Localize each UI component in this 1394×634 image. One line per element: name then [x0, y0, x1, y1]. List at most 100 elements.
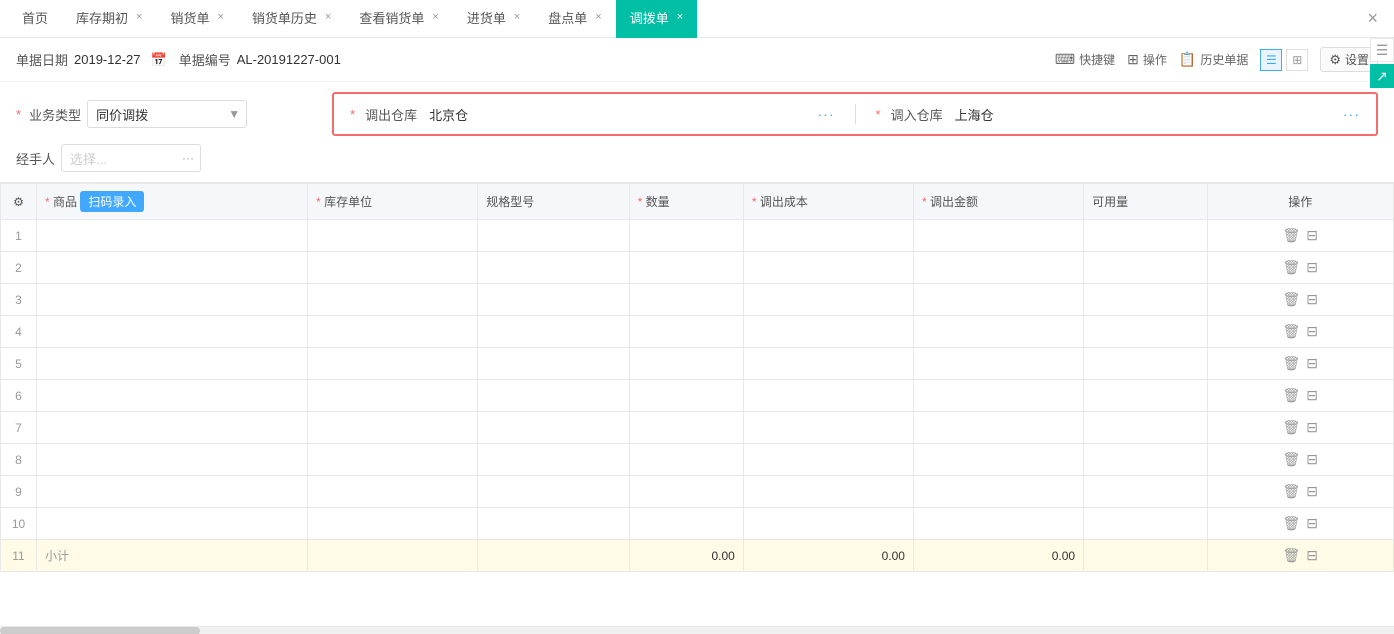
row-product[interactable] — [37, 284, 308, 316]
row-unit — [308, 316, 478, 348]
copy-icon[interactable]: ⊟ — [1306, 451, 1318, 468]
tab-view-sales[interactable]: 查看销货单 × — [345, 0, 452, 38]
row-product[interactable] — [37, 220, 308, 252]
handler-select[interactable]: 选择... ··· — [61, 144, 201, 172]
row-product[interactable] — [37, 316, 308, 348]
operation-btn[interactable]: ⊞ 操作 — [1127, 51, 1167, 68]
business-type-select[interactable]: 同价调拨 ▼ — [87, 100, 247, 128]
copy-icon[interactable]: ⊟ — [1306, 547, 1318, 564]
copy-icon[interactable]: ⊟ — [1306, 387, 1318, 404]
row-spec — [478, 348, 629, 380]
row-product[interactable] — [37, 476, 308, 508]
delete-icon[interactable]: 🗑 — [1283, 419, 1301, 436]
copy-icon[interactable]: ⊟ — [1306, 291, 1318, 308]
tab-transfer-close[interactable]: × — [677, 12, 683, 23]
row-product[interactable] — [37, 380, 308, 412]
list-view-icon: ☰ — [1266, 53, 1277, 67]
row-num: 3 — [1, 284, 37, 316]
row-available — [1084, 380, 1207, 412]
tab-sales-history-label: 销货单历史 — [252, 8, 317, 27]
warehouse-in-more-btn[interactable]: ··· — [1343, 106, 1360, 122]
row-qty[interactable] — [629, 444, 743, 476]
copy-icon[interactable]: ⊟ — [1306, 259, 1318, 276]
grid-view-btn[interactable]: ⊞ — [1286, 49, 1308, 71]
list-view-btn[interactable]: ☰ — [1260, 49, 1282, 71]
row-qty[interactable] — [629, 476, 743, 508]
tab-sales-history-close[interactable]: × — [325, 12, 331, 23]
row-qty[interactable] — [629, 220, 743, 252]
copy-icon[interactable]: ⊟ — [1306, 355, 1318, 372]
row-available — [1084, 348, 1207, 380]
copy-icon[interactable]: ⊟ — [1306, 419, 1318, 436]
tab-purchase-order-close[interactable]: × — [514, 12, 520, 23]
tab-bar-close-icon[interactable]: × — [1359, 8, 1386, 29]
row-product[interactable] — [37, 348, 308, 380]
delete-icon[interactable]: 🗑 — [1283, 547, 1301, 564]
tab-stocktake[interactable]: 盘点单 × — [534, 0, 615, 38]
sidebar-list-icon[interactable]: ☰ — [1370, 38, 1394, 62]
row-qty[interactable] — [629, 316, 743, 348]
row-qty[interactable] — [629, 284, 743, 316]
tab-transfer[interactable]: 调拨单 × — [616, 0, 697, 38]
sidebar-external-icon[interactable]: ↗ — [1370, 64, 1394, 88]
copy-icon[interactable]: ⊟ — [1306, 483, 1318, 500]
scrollbar-thumb[interactable] — [0, 627, 200, 634]
toolbar-right: ⌨ 快捷键 ⊞ 操作 📋 历史单据 ☰ ⊞ — [1055, 47, 1378, 72]
copy-icon[interactable]: ⊟ — [1306, 227, 1318, 244]
business-type-required: * — [16, 107, 21, 122]
history-btn[interactable]: 📋 历史单据 — [1179, 51, 1248, 68]
row-num: 7 — [1, 412, 37, 444]
row-spec — [478, 316, 629, 348]
delete-icon[interactable]: 🗑 — [1283, 355, 1301, 372]
tab-purchase-order[interactable]: 进货单 × — [453, 0, 534, 38]
subtotal-spec — [478, 540, 629, 572]
delete-icon[interactable]: 🗑 — [1283, 515, 1301, 532]
tab-home[interactable]: 首页 — [8, 0, 62, 38]
history-label: 历史单据 — [1200, 51, 1248, 68]
row-qty[interactable] — [629, 380, 743, 412]
tab-stocktake-close[interactable]: × — [595, 12, 601, 23]
tab-sales-history[interactable]: 销货单历史 × — [238, 0, 345, 38]
row-product[interactable] — [37, 412, 308, 444]
doc-no-value: AL-20191227-001 — [237, 52, 341, 67]
delete-icon[interactable]: 🗑 — [1283, 291, 1301, 308]
warehouse-out-label: 调出仓库 — [365, 105, 417, 124]
row-product[interactable] — [37, 252, 308, 284]
row-num: 1 — [1, 220, 37, 252]
delete-icon[interactable]: 🗑 — [1283, 227, 1301, 244]
row-ops: 🗑 ⊟ — [1207, 316, 1393, 348]
delete-icon[interactable]: 🗑 — [1283, 259, 1301, 276]
handler-field: 经手人 选择... ··· — [16, 144, 201, 172]
row-qty[interactable] — [629, 412, 743, 444]
shortcut-btn[interactable]: ⌨ 快捷键 — [1055, 51, 1115, 68]
tab-view-sales-close[interactable]: × — [432, 12, 438, 23]
row-qty[interactable] — [629, 348, 743, 380]
tab-inventory-init[interactable]: 库存期初 × — [62, 0, 156, 38]
delete-icon[interactable]: 🗑 — [1283, 323, 1301, 340]
operation-label: 操作 — [1143, 51, 1167, 68]
delete-icon[interactable]: 🗑 — [1283, 387, 1301, 404]
horizontal-scrollbar[interactable] — [0, 626, 1394, 634]
delete-icon[interactable]: 🗑 — [1283, 483, 1301, 500]
tab-sales-order[interactable]: 销货单 × — [156, 0, 237, 38]
row-product[interactable] — [37, 508, 308, 540]
row-num: 9 — [1, 476, 37, 508]
operation-icon: ⊞ — [1127, 51, 1139, 68]
settings-label: 设置 — [1345, 51, 1369, 68]
warehouse-out-more-btn[interactable]: ··· — [818, 106, 835, 122]
row-num: 6 — [1, 380, 37, 412]
row-num: 4 — [1, 316, 37, 348]
copy-icon[interactable]: ⊟ — [1306, 323, 1318, 340]
scan-btn[interactable]: 扫码录入 — [80, 191, 144, 212]
th-gear[interactable]: ⚙ — [1, 184, 37, 220]
tab-inventory-init-close[interactable]: × — [136, 12, 142, 23]
handler-label: 经手人 — [16, 149, 55, 168]
row-product[interactable] — [37, 444, 308, 476]
tab-view-sales-label: 查看销货单 — [359, 8, 424, 27]
tab-sales-order-close[interactable]: × — [217, 12, 223, 23]
copy-icon[interactable]: ⊟ — [1306, 515, 1318, 532]
row-qty[interactable] — [629, 508, 743, 540]
row-qty[interactable] — [629, 252, 743, 284]
delete-icon[interactable]: 🗑 — [1283, 451, 1301, 468]
calendar-icon[interactable]: 📅 — [151, 52, 167, 68]
